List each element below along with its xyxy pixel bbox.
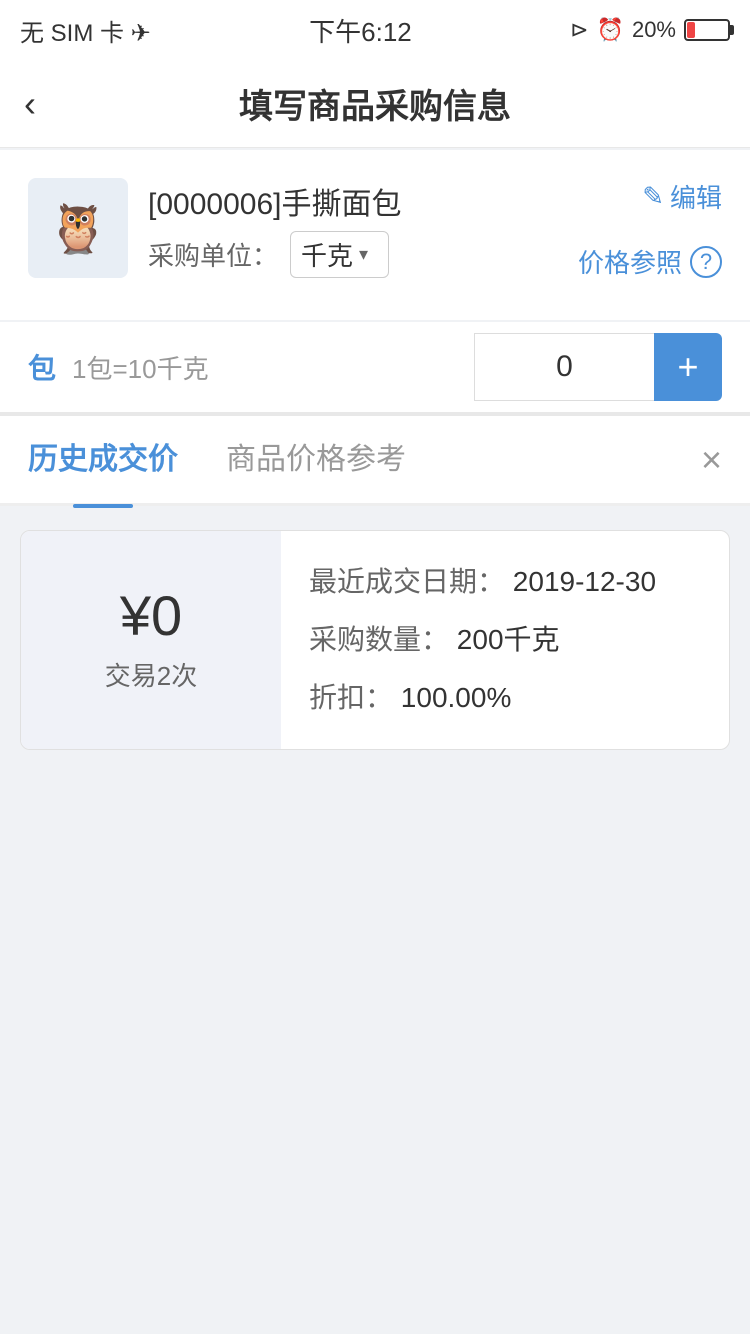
product-thumbnail: 🦉 [28,178,128,278]
product-left: 🦉 [0000006]手撕面包 采购单位： 千克 ▾ [28,178,401,278]
nav-bar: ‹ 填写商品采购信息 [0,60,750,148]
unit-label: 采购单位： [148,236,278,273]
quantity-controls: + [474,333,722,401]
package-icon: 包 [28,347,56,387]
product-info: [0000006]手撕面包 采购单位： 千克 ▾ [148,179,401,278]
edit-label: 编辑 [670,178,722,215]
unit-value: 千克 [301,236,353,273]
unit-hint: 1包=10千克 [72,349,209,386]
quantity-input[interactable] [474,333,654,401]
recent-date-label: 最近成交日期： [309,566,505,597]
currency-symbol: ¥ [120,584,151,647]
price-amount: ¥0 [120,588,182,644]
help-icon: ? [690,246,722,278]
back-button[interactable]: ‹ [24,83,36,125]
tabs-close-button[interactable]: × [701,442,722,478]
edit-icon: ✎ [642,181,664,212]
quantity-row: 包 1包=10千克 + [0,322,750,412]
tab-history-price[interactable]: 历史成交价 [28,434,178,486]
status-right: ⊳ ⏰ 20% [570,17,730,43]
location-icon: ⊳ [570,17,588,43]
purchase-qty-label: 采购数量： [309,624,449,655]
edit-button[interactable]: ✎ 编辑 [642,178,722,215]
discount-value: 100.00% [401,682,512,713]
quantity-label: 包 1包=10千克 [28,347,209,387]
quantity-plus-button[interactable]: + [654,333,722,401]
status-bar: 无 SIM 卡 ✈ 下午6:12 ⊳ ⏰ 20% [0,0,750,60]
discount-row: 折扣： 100.00% [309,677,701,719]
tabs-section: 历史成交价 商品价格参考 × [0,416,750,506]
product-unit-row: 采购单位： 千克 ▾ [148,231,401,278]
tabs-header: 历史成交价 商品价格参考 × [0,416,750,504]
price-value: 0 [151,584,182,647]
price-ref-label: 价格参照 [578,243,682,280]
purchase-qty-row: 采购数量： 200千克 [309,619,701,661]
product-header: 🦉 [0000006]手撕面包 采购单位： 千克 ▾ ✎ 编辑 价格参照 [28,178,722,280]
status-left: 无 SIM 卡 ✈ [20,13,151,48]
battery-icon [684,19,730,41]
sim-label: 无 SIM 卡 ✈ [20,13,151,48]
price-details: 最近成交日期： 2019-12-30 采购数量： 200千克 折扣： 100.0… [281,531,729,749]
recent-date-row: 最近成交日期： 2019-12-30 [309,561,701,603]
quantity-section: 包 1包=10千克 + [0,322,750,416]
price-summary: ¥0 交易2次 [21,531,281,749]
price-transactions: 交易2次 [105,656,197,693]
alarm-icon: ⏰ [597,17,624,43]
purchase-qty-value: 200千克 [457,624,560,655]
tab-price-reference[interactable]: 商品价格参考 [226,434,406,486]
unit-select[interactable]: 千克 ▾ [290,231,389,278]
product-name: [0000006]手撕面包 [148,179,401,223]
product-logo-icon: 🦉 [48,200,108,257]
price-ref-button[interactable]: 价格参照 ? [578,243,722,280]
page-background [0,774,750,1174]
unit-arrow-icon: ▾ [359,244,368,265]
price-card: ¥0 交易2次 最近成交日期： 2019-12-30 采购数量： 200千克 折… [20,530,730,750]
discount-label: 折扣： [309,682,393,713]
battery-pct: 20% [632,17,676,43]
status-time: 下午6:12 [309,12,412,49]
product-card: 🦉 [0000006]手撕面包 采购单位： 千克 ▾ ✎ 编辑 价格参照 [0,150,750,320]
page-title: 填写商品采购信息 [239,79,511,128]
tabs-list: 历史成交价 商品价格参考 [28,434,406,486]
recent-date-value: 2019-12-30 [513,566,656,597]
